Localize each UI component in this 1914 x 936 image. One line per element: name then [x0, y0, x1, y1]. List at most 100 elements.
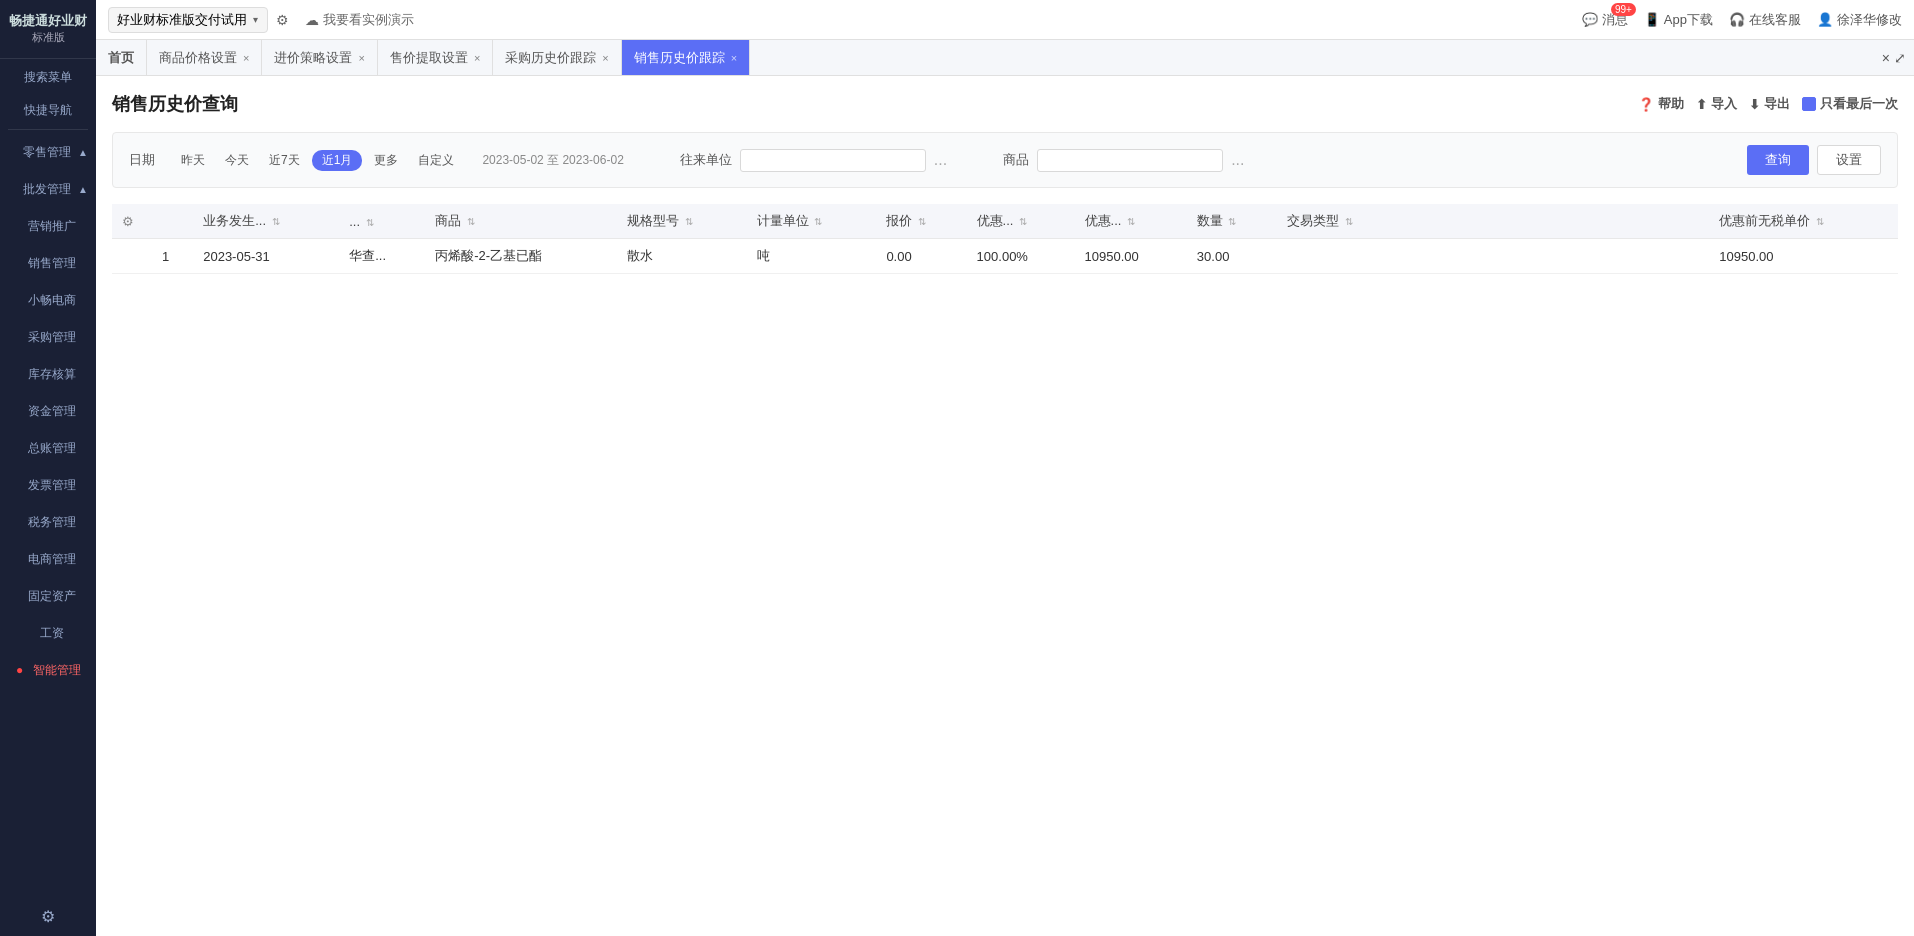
product-dots-button[interactable]: ... [1231, 151, 1244, 169]
last-only-checkbox[interactable] [1802, 97, 1816, 111]
th-settings[interactable]: ⚙ [112, 204, 152, 239]
setting-button[interactable]: 设置 [1817, 145, 1881, 175]
tab-product-price[interactable]: 商品价格设置 × [147, 40, 262, 76]
date-btn-more[interactable]: 更多 [366, 150, 406, 171]
th-trade-type[interactable]: 交易类型 ⇅ [1277, 204, 1407, 239]
sidebar-item-finance[interactable]: 资金管理 [0, 393, 96, 430]
online-service-button[interactable]: 🎧 在线客服 [1729, 11, 1801, 29]
th-product[interactable]: 商品 ⇅ [425, 204, 617, 239]
sort-spec-icon[interactable]: ⇅ [685, 216, 693, 227]
sort-quantity-icon[interactable]: ⇅ [1228, 216, 1236, 227]
sort-price-icon[interactable]: ⇅ [918, 216, 926, 227]
chevron-down-icon: ▾ [253, 14, 258, 25]
sidebar-item-sales[interactable]: 销售管理 [0, 245, 96, 282]
sidebar-item-ecommerce-small-label: 小畅电商 [16, 292, 88, 309]
tab-home[interactable]: 首页 [96, 40, 147, 76]
sidebar-item-fixed-assets[interactable]: 固定资产 [0, 578, 96, 615]
sidebar-item-invoice[interactable]: 发票管理 [0, 467, 96, 504]
sort-discount1-icon[interactable]: ⇅ [1019, 216, 1027, 227]
date-btn-last1month[interactable]: 近1月 [312, 150, 363, 171]
th-discount2[interactable]: 优惠... ⇅ [1075, 204, 1187, 239]
sidebar-item-inventory-label: 库存核算 [16, 366, 88, 383]
query-button[interactable]: 查询 [1747, 145, 1809, 175]
cell-num: 1 [152, 239, 193, 274]
th-pre-tax-price[interactable]: 优惠前无税单价 ⇅ [1709, 204, 1898, 239]
sidebar-item-purchase[interactable]: 采购管理 [0, 319, 96, 356]
sort-discount2-icon[interactable]: ⇅ [1127, 216, 1135, 227]
export-button[interactable]: ⬇ 导出 [1749, 95, 1790, 113]
sort-extra-icon[interactable]: ⇅ [366, 217, 374, 228]
th-spec[interactable]: 规格型号 ⇅ [617, 204, 747, 239]
th-biz-date[interactable]: 业务发生... ⇅ [193, 204, 339, 239]
sidebar-item-smart[interactable]: ● 智能管理 [0, 652, 96, 689]
th-quantity[interactable]: 数量 ⇅ [1187, 204, 1277, 239]
sidebar-item-ecommerce[interactable]: 电商管理 [0, 541, 96, 578]
sidebar-item-smart-label: 智能管理 [25, 662, 88, 679]
cell-discount2: 10950.00 [1075, 239, 1187, 274]
sort-trade-type-icon[interactable]: ⇅ [1345, 216, 1353, 227]
window-expand-button[interactable]: ⤢ [1894, 50, 1906, 66]
th-price[interactable]: 报价 ⇅ [876, 204, 966, 239]
th-spec-label: 规格型号 [627, 213, 679, 228]
date-btn-yesterday[interactable]: 昨天 [173, 150, 213, 171]
help-icon: ❓ [1638, 97, 1654, 112]
sidebar-item-inventory[interactable]: 库存核算 [0, 356, 96, 393]
th-discount1[interactable]: 优惠... ⇅ [967, 204, 1075, 239]
window-close-button[interactable]: × [1882, 50, 1890, 66]
sort-unit-icon[interactable]: ⇅ [814, 216, 822, 227]
table-settings-gear-icon[interactable]: ⚙ [122, 214, 134, 229]
smart-dot-icon: ● [16, 663, 23, 677]
topbar-settings-icon[interactable]: ⚙ [276, 12, 289, 28]
page-title-actions: ❓ 帮助 ⬆ 导入 ⬇ 导出 只看最后一次 [1638, 95, 1898, 113]
tab-purchase-strategy-close[interactable]: × [358, 52, 364, 64]
sidebar-item-ecommerce-small[interactable]: 小畅电商 [0, 282, 96, 319]
sidebar-item-retail[interactable]: 零售管理 ▲ [0, 134, 96, 171]
sidebar-search[interactable]: 搜索菜单 [0, 59, 96, 96]
cell-pre-tax-price: 10950.00 [1709, 239, 1898, 274]
tab-purchase-strategy[interactable]: 进价策略设置 × [262, 40, 377, 76]
sidebar-item-tax[interactable]: 税务管理 [0, 504, 96, 541]
sidebar-item-general-ledger[interactable]: 总账管理 [0, 430, 96, 467]
source-unit-input[interactable] [740, 149, 926, 172]
tab-purchase-history[interactable]: 采购历史价跟踪 × [493, 40, 621, 76]
tab-sales-history-close[interactable]: × [731, 52, 737, 64]
th-num [152, 204, 193, 239]
sidebar-gear-icon[interactable]: ⚙ [8, 907, 88, 926]
date-btn-last7[interactable]: 近7天 [261, 150, 308, 171]
last-only-checkbox-label[interactable]: 只看最后一次 [1802, 95, 1898, 113]
tab-sale-price-extract[interactable]: 售价提取设置 × [378, 40, 493, 76]
tab-selector[interactable]: 好业财标准版交付试用 ▾ [108, 7, 268, 33]
sidebar-item-marketing[interactable]: 营销推广 [0, 208, 96, 245]
sidebar-item-salary[interactable]: 工资 [0, 615, 96, 652]
help-label: 帮助 [1658, 95, 1684, 113]
tab-purchase-history-close[interactable]: × [602, 52, 608, 64]
sidebar-item-general-ledger-label: 总账管理 [16, 440, 88, 457]
sidebar-item-wholesale[interactable]: 批发管理 ▲ [0, 171, 96, 208]
tab-sale-price-extract-close[interactable]: × [474, 52, 480, 64]
cell-biz-date: 2023-05-31 [193, 239, 339, 274]
sort-pre-tax-price-icon[interactable]: ⇅ [1816, 216, 1824, 227]
table-row[interactable]: 1 2023-05-31 华查... 丙烯酸-2-乙基已酯 散水 吨 0.00 … [112, 239, 1898, 274]
app-download-button[interactable]: 📱 App下载 [1644, 11, 1713, 29]
source-unit-dots-button[interactable]: ... [934, 151, 947, 169]
sort-product-icon[interactable]: ⇅ [467, 216, 475, 227]
th-extra[interactable]: ... ⇅ [339, 204, 425, 239]
sidebar-quick-nav[interactable]: 快捷导航 [0, 96, 96, 125]
data-table: ⚙ 业务发生... ⇅ ... ⇅ 商品 ⇅ [112, 204, 1898, 274]
user-menu-button[interactable]: 👤 徐泽华修改 [1817, 11, 1902, 29]
date-btn-today[interactable]: 今天 [217, 150, 257, 171]
phone-icon: 📱 [1644, 12, 1660, 27]
tab-sales-history[interactable]: 销售历史价跟踪 × [622, 40, 750, 76]
cell-spec: 散水 [617, 239, 747, 274]
topbar-demo-button[interactable]: ☁ 我要看实例演示 [305, 11, 414, 29]
th-unit[interactable]: 计量单位 ⇅ [747, 204, 877, 239]
help-button[interactable]: ❓ 帮助 [1638, 95, 1684, 113]
messages-button[interactable]: 💬 消息 99+ [1582, 11, 1628, 29]
product-input[interactable] [1037, 149, 1223, 172]
sort-biz-date-icon[interactable]: ⇅ [272, 216, 280, 227]
date-btn-custom[interactable]: 自定义 [410, 150, 462, 171]
import-button[interactable]: ⬆ 导入 [1696, 95, 1737, 113]
tab-product-price-label: 商品价格设置 [159, 49, 237, 67]
tab-product-price-close[interactable]: × [243, 52, 249, 64]
product-label: 商品 [1003, 151, 1029, 169]
